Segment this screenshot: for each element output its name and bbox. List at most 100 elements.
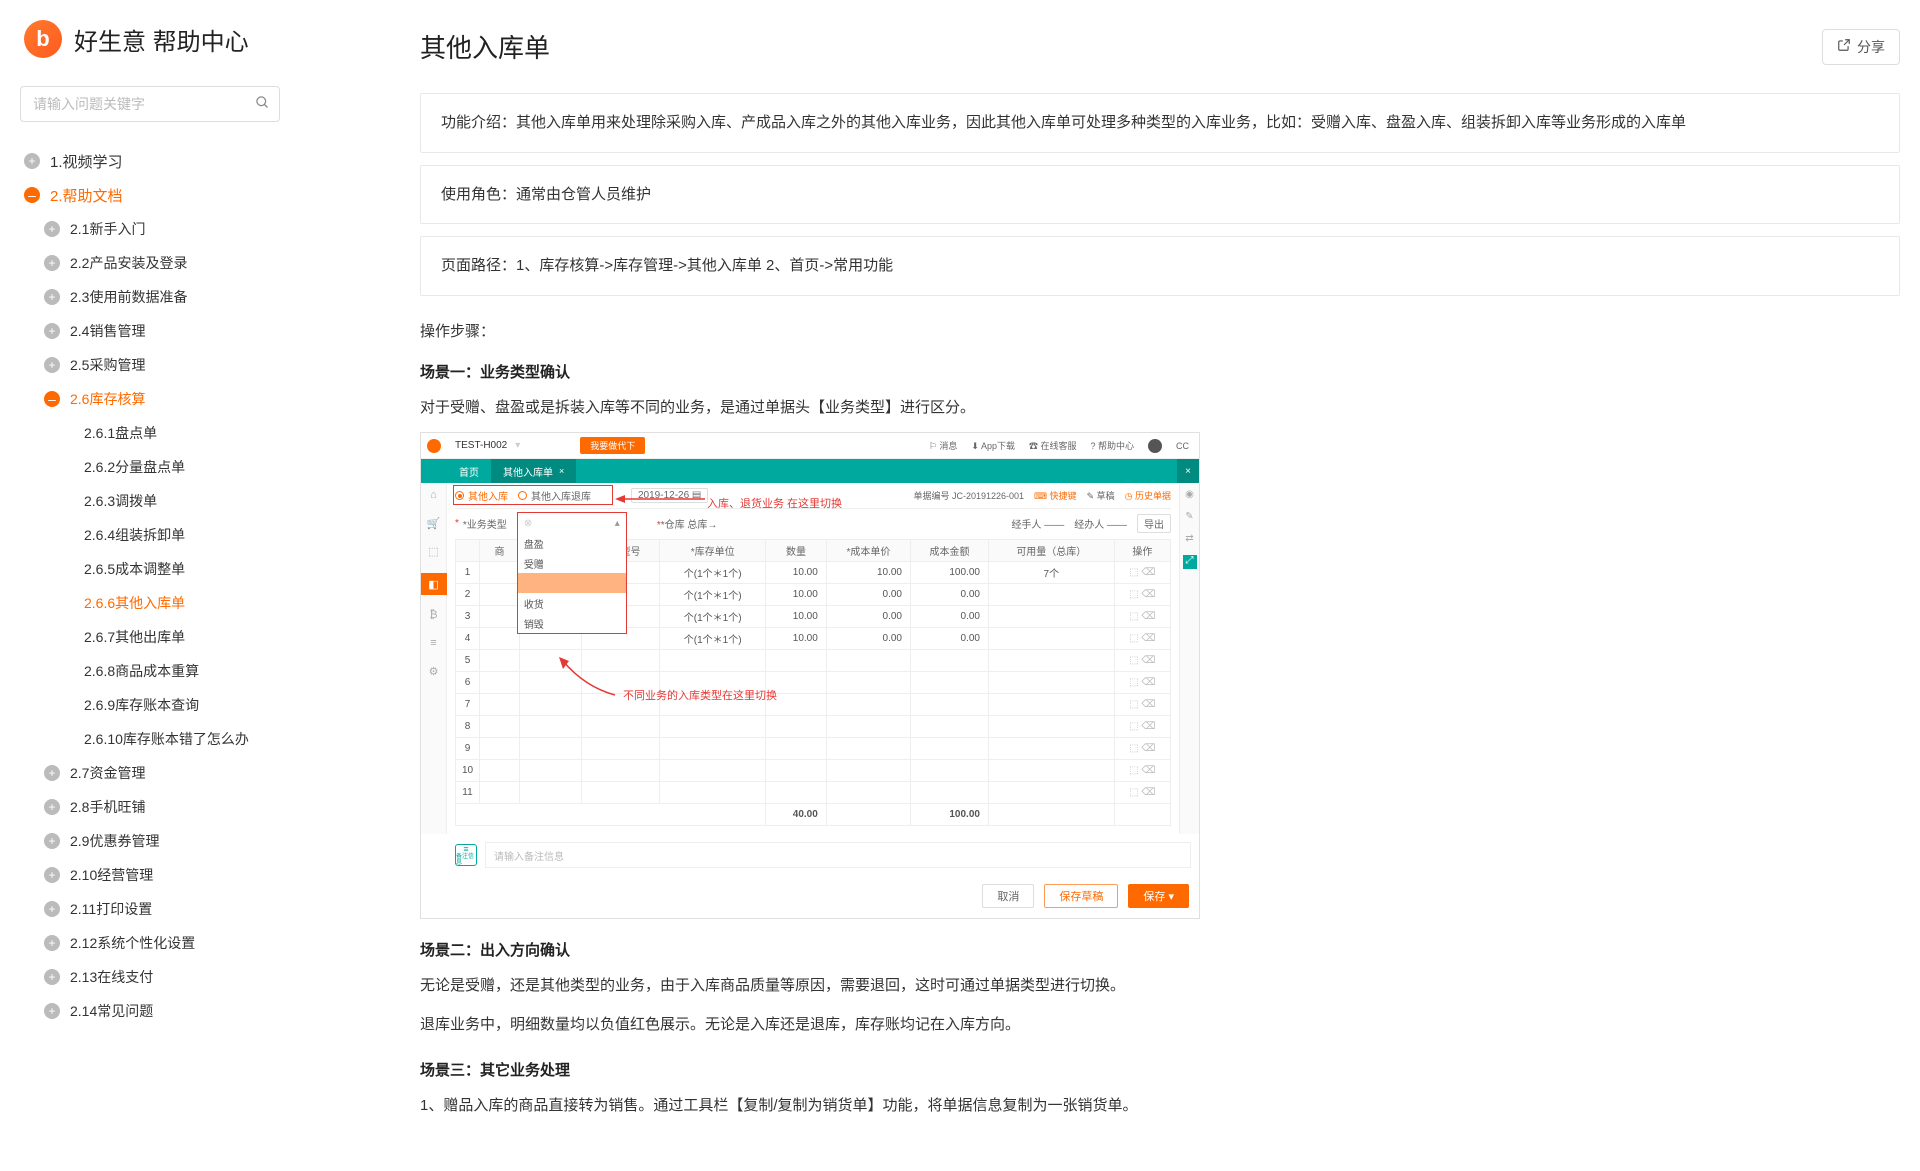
top-link[interactable]: ⚐ 消息 [929, 439, 958, 452]
nav-item[interactable]: –2.6库存核算 [20, 382, 300, 416]
radio-inbound[interactable]: 其他入库 [455, 488, 508, 503]
nav-label: 2.7资金管理 [70, 763, 145, 783]
expand-icon: + [44, 833, 60, 849]
inventory-icon[interactable]: ◧ [421, 573, 447, 595]
nav-item[interactable]: 2.6.8商品成本重算 [20, 654, 300, 688]
nav-label: 2.6.3调拨单 [84, 491, 157, 511]
nav-label: 1.视频学习 [50, 151, 123, 172]
nav-item[interactable]: +1.视频学习 [20, 144, 300, 178]
tool-icon[interactable]: ✎ [1183, 511, 1197, 525]
scene3-text1: 1、赠品入库的商品直接转为销售。通过工具栏【复制/复制为销货单】功能，将单据信息… [420, 1092, 1900, 1121]
nav-label: 2.6.2分量盘点单 [84, 457, 185, 477]
sidebar: b 好生意 帮助中心 +1.视频学习–2.帮助文档+2.1新手入门+2.2产品安… [0, 0, 300, 1171]
save-draft-button[interactable]: 保存草稿 [1044, 884, 1118, 908]
share-icon [1837, 38, 1851, 55]
radio-return[interactable]: 其他入库退库 [518, 488, 591, 503]
share-button[interactable]: 分享 [1822, 29, 1900, 65]
expand-icon: + [24, 153, 40, 169]
nav-label: 2.帮助文档 [50, 185, 123, 206]
shot-right-rail: ◉ ✎ ⇄ ⤢ [1179, 483, 1199, 834]
search-input[interactable] [20, 86, 280, 122]
nav-item[interactable]: 2.6.4组装拆卸单 [20, 518, 300, 552]
expand-icon: + [44, 799, 60, 815]
dropdown-option[interactable] [518, 573, 626, 593]
biz-type-dropdown[interactable]: ⊗▴ 盘盈受赠收货销毁 [517, 512, 627, 534]
nav-item[interactable]: +2.13在线支付 [20, 960, 300, 994]
nav-item[interactable]: +2.3使用前数据准备 [20, 280, 300, 314]
box-icon[interactable]: ⬚ [427, 545, 441, 559]
nav-item[interactable]: +2.8手机旺铺 [20, 790, 300, 824]
nav-item[interactable]: 2.6.10库存账本错了怎么办 [20, 722, 300, 756]
dropdown-option[interactable]: 收货 [518, 593, 626, 613]
cancel-button[interactable]: 取消 [982, 884, 1034, 908]
date-field[interactable]: 2019-12-26 ▤ [631, 488, 708, 503]
nav-item[interactable]: 2.6.5成本调整单 [20, 552, 300, 586]
table-row: 10⬚ ⌫ [456, 760, 1171, 782]
nav-item[interactable]: +2.14常见问题 [20, 994, 300, 1028]
nav-item[interactable]: 2.6.9库存账本查询 [20, 688, 300, 722]
scene1-text: 对于受赠、盘盈或是拆装入库等不同的业务，是通过单据头【业务类型】进行区分。 [420, 394, 1900, 423]
search-icon[interactable] [255, 95, 270, 113]
cart-icon[interactable]: 🛒 [427, 517, 441, 531]
home-icon[interactable]: ⌂ [427, 489, 441, 503]
brand-logo: b [24, 20, 62, 58]
wallet-icon[interactable]: ₿ [427, 609, 441, 623]
nav-item[interactable]: +2.11打印设置 [20, 892, 300, 926]
page-title: 其他入库单 [420, 28, 550, 65]
main-content: 其他入库单 分享 功能介绍：其他入库单用来处理除采购入库、产成品入库之外的其他入… [300, 0, 1920, 1171]
top-link[interactable]: CC [1176, 441, 1189, 451]
tool-icon[interactable]: ⇄ [1183, 533, 1197, 547]
table-row: 7⬚ ⌫ [456, 694, 1171, 716]
dropdown-option[interactable]: 盘盈 [518, 533, 626, 553]
nav-label: 2.6.9库存账本查询 [84, 695, 199, 715]
nav-item[interactable]: 2.6.7其他出库单 [20, 620, 300, 654]
settings-icon[interactable]: ⚙ [427, 665, 441, 679]
search [20, 86, 280, 122]
col-header: *库存单位 [660, 540, 766, 562]
nav-item[interactable]: +2.7资金管理 [20, 756, 300, 790]
nav-item[interactable]: +2.4销售管理 [20, 314, 300, 348]
table-row: 5⬚ ⌫ [456, 650, 1171, 672]
brand: b 好生意 帮助中心 [20, 20, 300, 58]
top-link[interactable]: ☎ 在线客服 [1029, 439, 1077, 452]
nav-item[interactable]: 2.6.3调拨单 [20, 484, 300, 518]
dropdown-option[interactable]: 受赠 [518, 553, 626, 573]
shot-tabs-close-icon[interactable]: × [1177, 459, 1199, 483]
tool-icon[interactable]: ⤢ [1183, 555, 1197, 569]
top-link[interactable]: ⬇ App下载 [971, 439, 1015, 452]
shot-left-rail: ⌂ 🛒 ⬚ ◧ ₿ ≡ ⚙ [421, 483, 447, 834]
nav-label: 2.14常见问题 [70, 1001, 153, 1021]
shot-tab-current[interactable]: 其他入库单× [491, 459, 576, 483]
embedded-screenshot: TEST-H002 ▾ 我要做代下 ⚐ 消息⬇ App下载☎ 在线客服? 帮助中… [420, 432, 1200, 919]
tool-icon[interactable]: ◉ [1183, 489, 1197, 503]
nav-item[interactable]: 2.6.2分量盘点单 [20, 450, 300, 484]
scene1-title: 场景一：业务类型确认 [420, 361, 1900, 382]
table-row: 8⬚ ⌫ [456, 716, 1171, 738]
nav-label: 2.6.6其他入库单 [84, 593, 185, 613]
avatar[interactable] [1148, 439, 1162, 453]
top-link[interactable]: ? 帮助中心 [1090, 439, 1134, 452]
nav-item[interactable]: +2.12系统个性化设置 [20, 926, 300, 960]
dropdown-option[interactable]: 销毁 [518, 613, 626, 633]
nav-item[interactable]: 2.6.6其他入库单 [20, 586, 300, 620]
collapse-icon: – [44, 391, 60, 407]
scene2-title: 场景二：出入方向确认 [420, 939, 1900, 960]
nav-label: 2.11打印设置 [70, 899, 152, 919]
nav-label: 2.6.10库存账本错了怎么办 [84, 729, 249, 749]
shot-tab-home[interactable]: 首页 [447, 459, 491, 483]
nav-item[interactable]: +2.2产品安装及登录 [20, 246, 300, 280]
nav-item[interactable]: +2.5采购管理 [20, 348, 300, 382]
remark-input[interactable]: 请输入备注信息 [485, 842, 1191, 868]
shot-cta-button[interactable]: 我要做代下 [580, 437, 645, 454]
nav-item[interactable]: 2.6.1盘点单 [20, 416, 300, 450]
nav-item[interactable]: +2.10经营管理 [20, 858, 300, 892]
nav-item[interactable]: +2.1新手入门 [20, 212, 300, 246]
share-label: 分享 [1857, 37, 1885, 57]
nav-item[interactable]: –2.帮助文档 [20, 178, 300, 212]
report-icon[interactable]: ≡ [427, 637, 441, 651]
export-button[interactable]: 导出 [1137, 514, 1171, 533]
nav-label: 2.5采购管理 [70, 355, 145, 375]
nav-item[interactable]: +2.9优惠券管理 [20, 824, 300, 858]
close-icon[interactable]: × [559, 466, 564, 476]
save-button[interactable]: 保存 ▾ [1128, 884, 1189, 908]
